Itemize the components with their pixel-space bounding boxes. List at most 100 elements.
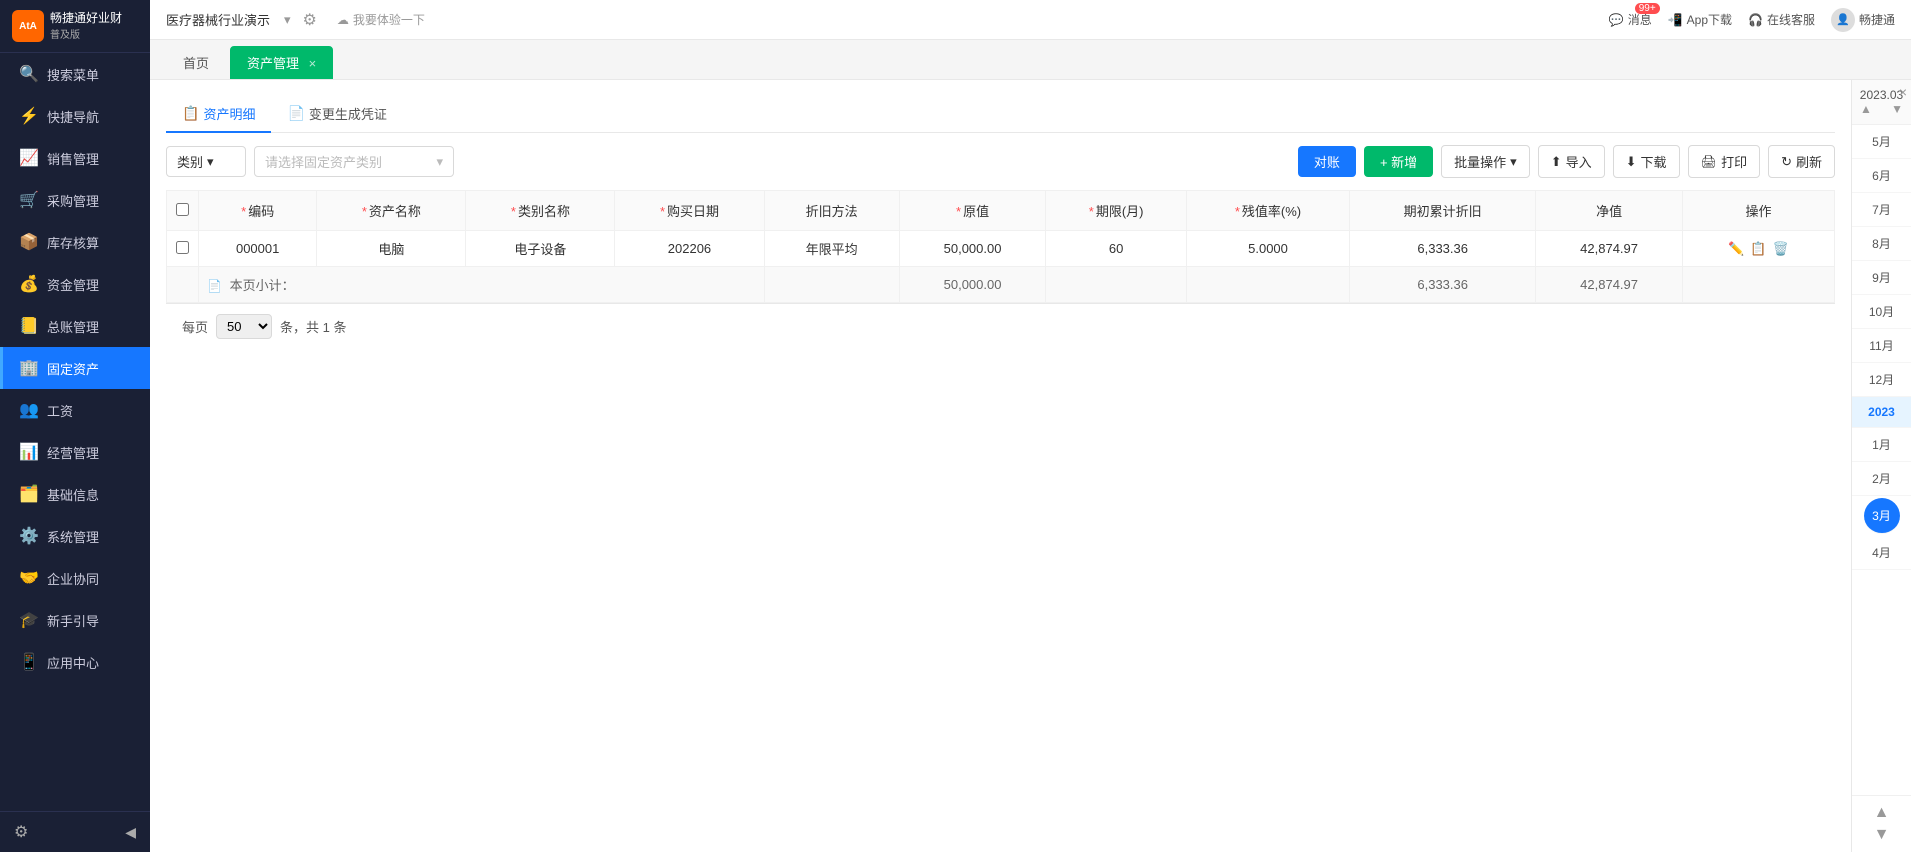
- sidebar-item-enterprise[interactable]: 🤝 企业协同: [0, 557, 150, 599]
- close-tab-icon[interactable]: ×: [309, 56, 317, 71]
- nav-tab-home[interactable]: 首页: [166, 46, 226, 79]
- download-button[interactable]: ⬇ 下载: [1613, 145, 1680, 178]
- asset-table-wrapper: *编码 *资产名称 *类别名称 *购买日期 折旧方法 *原值 *期限(月) *残…: [166, 190, 1835, 303]
- filter-row: 类别 ▾ 请选择固定资产类别 ▾: [166, 146, 454, 177]
- experience-hint[interactable]: ☁ 我要体验一下: [337, 11, 425, 28]
- delete-icon[interactable]: 🗑️: [1773, 241, 1789, 257]
- sidebar-item-search[interactable]: 🔍 搜索菜单: [0, 53, 150, 95]
- basic-icon: 🗂️: [19, 484, 39, 504]
- cal-month-2[interactable]: 2月: [1852, 462, 1911, 496]
- row-checkbox[interactable]: [176, 241, 189, 254]
- header-checkbox[interactable]: [167, 191, 199, 231]
- subtotal-accumulated: 6,333.36: [1350, 267, 1536, 303]
- subtotal-net: 42,874.97: [1536, 267, 1683, 303]
- sidebar-item-operations-label: 经营管理: [47, 443, 99, 462]
- cell-initial-accumulated: 6,333.36: [1350, 231, 1536, 267]
- sidebar-bottom: ⚙ ◀: [0, 811, 150, 852]
- message-icon: 💬: [1609, 13, 1624, 27]
- topbar-right: 💬 消息 99+ 📲 App下载 🎧 在线客服 👤 畅捷通: [1609, 8, 1895, 32]
- cal-month-8[interactable]: 8月: [1852, 227, 1911, 261]
- sidebar-item-app-center[interactable]: 📱 应用中心: [0, 641, 150, 683]
- cal-month-10[interactable]: 10月: [1852, 295, 1911, 329]
- ledger-icon: 📒: [19, 316, 39, 336]
- nav-tab-assets[interactable]: 资产管理 ×: [230, 46, 333, 79]
- sidebar-item-ledger-label: 总账管理: [47, 317, 99, 336]
- sidebar-logo: AtA 畅捷通好业财 普及版: [0, 0, 150, 53]
- cell-category: 电子设备: [466, 231, 615, 267]
- cloud-icon: ☁: [337, 13, 349, 27]
- cal-next-icon[interactable]: ▼: [1891, 102, 1903, 116]
- app-logo-text: 畅捷通好业财: [50, 11, 122, 27]
- cal-month-1[interactable]: 1月: [1852, 428, 1911, 462]
- sidebar-item-search-label: 搜索菜单: [47, 65, 99, 84]
- cal-up-arrow[interactable]: ▲: [1874, 804, 1890, 822]
- sidebar-item-purchase[interactable]: 🛒 采购管理: [0, 179, 150, 221]
- header-method: 折旧方法: [764, 191, 899, 231]
- header-name: *资产名称: [317, 191, 466, 231]
- user-area[interactable]: 👤 畅捷通: [1831, 8, 1895, 32]
- header-category: *类别名称: [466, 191, 615, 231]
- sub-tab-asset-detail[interactable]: 📋 资产明细: [166, 96, 271, 133]
- edit-icon[interactable]: ✏️: [1728, 241, 1744, 257]
- cal-month-12[interactable]: 12月: [1852, 363, 1911, 397]
- category-select[interactable]: 类别 ▾: [166, 146, 246, 177]
- subtotal-label: 本页小计：: [230, 278, 295, 293]
- calendar-panel: 2023.03 ▲ ▼ × 5月 6月 7月 8月 9月 10月 11月 12月…: [1851, 80, 1911, 852]
- sidebar-item-payroll[interactable]: 👥 工资: [0, 389, 150, 431]
- messages-item[interactable]: 💬 消息 99+: [1609, 11, 1652, 28]
- refresh-button[interactable]: ↻ 刷新: [1768, 145, 1835, 178]
- cal-month-3-current[interactable]: 3月: [1864, 498, 1900, 534]
- cell-net-value: 42,874.97: [1536, 231, 1683, 267]
- sidebar-item-operations[interactable]: 📊 经营管理: [0, 431, 150, 473]
- batch-ops-button[interactable]: 批量操作 ▾: [1441, 145, 1530, 178]
- cell-period: 60: [1046, 231, 1187, 267]
- table-header-row: *编码 *资产名称 *类别名称 *购买日期 折旧方法 *原值 *期限(月) *残…: [167, 191, 1835, 231]
- settings-icon[interactable]: ⚙: [14, 822, 28, 842]
- cell-actions: ✏️ 📋 🗑️: [1682, 231, 1834, 267]
- close-calendar-icon[interactable]: ×: [1899, 84, 1907, 100]
- category-placeholder: 请选择固定资产类别: [265, 152, 382, 171]
- company-name: 医疗器械行业演示: [166, 10, 270, 29]
- cal-month-7[interactable]: 7月: [1852, 193, 1911, 227]
- sub-tab-voucher[interactable]: 📄 变更生成凭证: [271, 96, 402, 133]
- sidebar-item-sales[interactable]: 📈 销售管理: [0, 137, 150, 179]
- cal-down-arrow[interactable]: ▼: [1874, 826, 1890, 844]
- calendar-months: 5月 6月 7月 8月 9月 10月 11月 12月 2023 1月 2月 3月…: [1852, 125, 1911, 795]
- category-value-select[interactable]: 请选择固定资产类别 ▾: [254, 146, 454, 177]
- topbar-settings-icon[interactable]: ⚙: [303, 10, 317, 30]
- sidebar-item-funds[interactable]: 💰 资金管理: [0, 263, 150, 305]
- cal-month-6[interactable]: 6月: [1852, 159, 1911, 193]
- user-avatar: 👤: [1831, 8, 1855, 32]
- sidebar-item-system[interactable]: ⚙️ 系统管理: [0, 515, 150, 557]
- copy-icon[interactable]: 📋: [1750, 241, 1766, 257]
- subtotal-original: 50,000.00: [899, 267, 1046, 303]
- cal-month-5[interactable]: 5月: [1852, 125, 1911, 159]
- new-button[interactable]: + 新增: [1364, 146, 1433, 177]
- app-download-item[interactable]: 📲 App下载: [1668, 11, 1732, 28]
- select-all-checkbox[interactable]: [176, 203, 189, 216]
- sidebar-item-inventory[interactable]: 📦 库存核算: [0, 221, 150, 263]
- sidebar-item-guide[interactable]: 🎓 新手引导: [0, 599, 150, 641]
- import-button[interactable]: ⬆ 导入: [1538, 145, 1605, 178]
- collapse-icon[interactable]: ◀: [125, 824, 136, 841]
- cal-year-label: 2023: [1852, 397, 1911, 428]
- page-size-select[interactable]: 50 100 200: [216, 314, 272, 339]
- sidebar-item-quicknav[interactable]: ⚡ 快捷导航: [0, 95, 150, 137]
- sidebar-item-assets[interactable]: 🏢 固定资产: [0, 347, 150, 389]
- cal-prev-icon[interactable]: ▲: [1860, 102, 1872, 116]
- cal-month-4[interactable]: 4月: [1852, 536, 1911, 570]
- import-icon: ⬆: [1551, 154, 1562, 170]
- cal-month-11[interactable]: 11月: [1852, 329, 1911, 363]
- cell-residual: 5.0000: [1186, 231, 1349, 267]
- sidebar-item-basic[interactable]: 🗂️ 基础信息: [0, 473, 150, 515]
- company-dropdown-icon[interactable]: ▾: [284, 12, 291, 28]
- print-button[interactable]: 🖨 打印: [1688, 145, 1761, 178]
- select-dropdown-icon: ▾: [436, 154, 443, 170]
- cal-month-9[interactable]: 9月: [1852, 261, 1911, 295]
- sidebar-item-ledger[interactable]: 📒 总账管理: [0, 305, 150, 347]
- app-logo-icon: AtA: [12, 10, 44, 42]
- flash-icon: ⚡: [19, 106, 39, 126]
- sidebar-item-assets-label: 固定资产: [47, 359, 99, 378]
- online-service-item[interactable]: 🎧 在线客服: [1748, 11, 1815, 28]
- duizhang-button[interactable]: 对账: [1298, 146, 1356, 177]
